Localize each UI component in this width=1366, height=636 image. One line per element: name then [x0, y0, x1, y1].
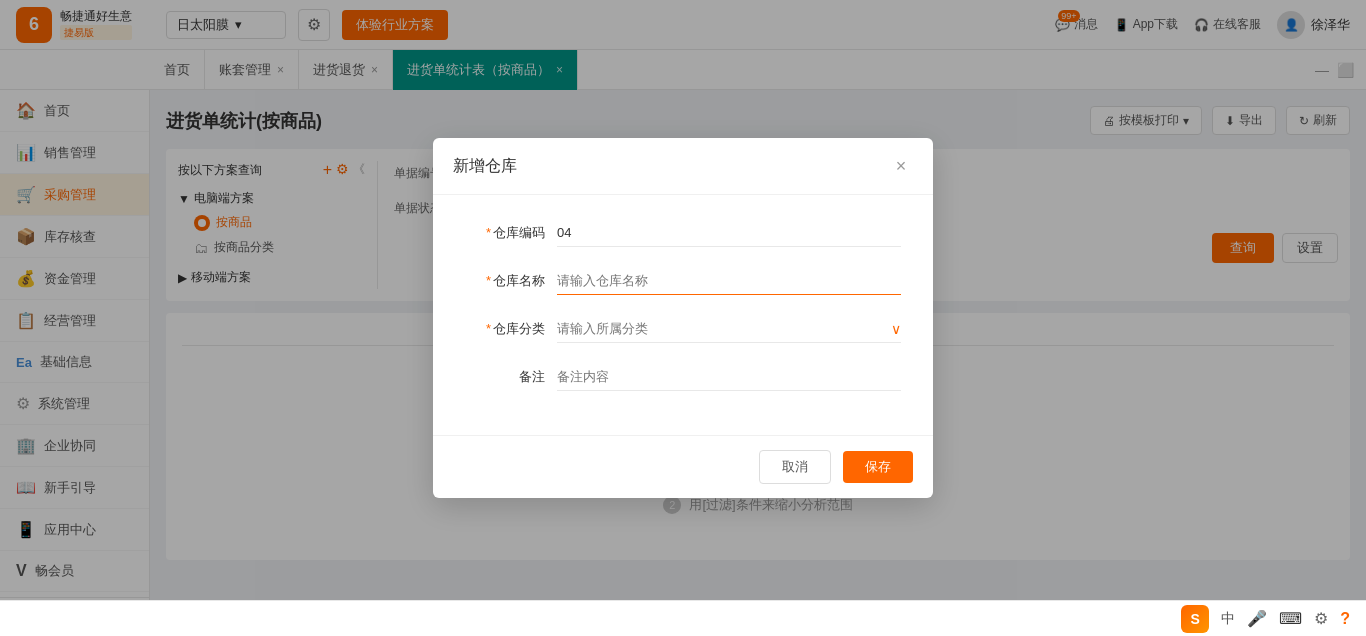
name-required-star: * — [486, 273, 491, 288]
warehouse-remark-row: 备注 — [465, 363, 901, 391]
dialog-body: *仓库编码 *仓库名称 *仓库分类 ∨ — [433, 195, 933, 435]
warehouse-category-select-row[interactable]: ∨ — [557, 315, 901, 343]
code-required-star: * — [486, 225, 491, 240]
dialog-footer: 取消 保存 — [433, 435, 933, 498]
warehouse-code-row: *仓库编码 — [465, 219, 901, 247]
warehouse-category-row: *仓库分类 ∨ — [465, 315, 901, 343]
keyboard-button[interactable]: ⌨ — [1279, 609, 1302, 628]
dialog-close-button[interactable]: × — [889, 154, 913, 178]
warehouse-name-input[interactable] — [557, 267, 901, 295]
dialog-overlay[interactable]: 新增仓库 × *仓库编码 *仓库名称 *仓库分类 — [0, 0, 1366, 636]
bottom-settings-button[interactable]: ⚙ — [1314, 609, 1328, 628]
bottom-bar: S 中 🎤 ⌨ ⚙ ? — [0, 600, 1366, 636]
warehouse-remark-label: 备注 — [465, 368, 545, 386]
dialog-header: 新增仓库 × — [433, 138, 933, 195]
warehouse-name-label: *仓库名称 — [465, 272, 545, 290]
cancel-button[interactable]: 取消 — [759, 450, 831, 484]
category-chevron-icon: ∨ — [891, 321, 901, 337]
category-required-star: * — [486, 321, 491, 336]
s-logo: S — [1181, 605, 1209, 633]
warehouse-name-row: *仓库名称 — [465, 267, 901, 295]
save-button[interactable]: 保存 — [843, 451, 913, 483]
help-button[interactable]: ? — [1340, 610, 1350, 628]
dialog-title: 新增仓库 — [453, 156, 517, 177]
warehouse-remark-input[interactable] — [557, 363, 901, 391]
warehouse-category-label: *仓库分类 — [465, 320, 545, 338]
new-warehouse-dialog: 新增仓库 × *仓库编码 *仓库名称 *仓库分类 — [433, 138, 933, 498]
warehouse-category-input[interactable] — [557, 315, 891, 342]
mic-button[interactable]: 🎤 — [1247, 609, 1267, 628]
warehouse-code-label: *仓库编码 — [465, 224, 545, 242]
warehouse-code-input[interactable] — [557, 219, 901, 247]
chinese-input-btn[interactable]: 中 — [1221, 610, 1235, 628]
